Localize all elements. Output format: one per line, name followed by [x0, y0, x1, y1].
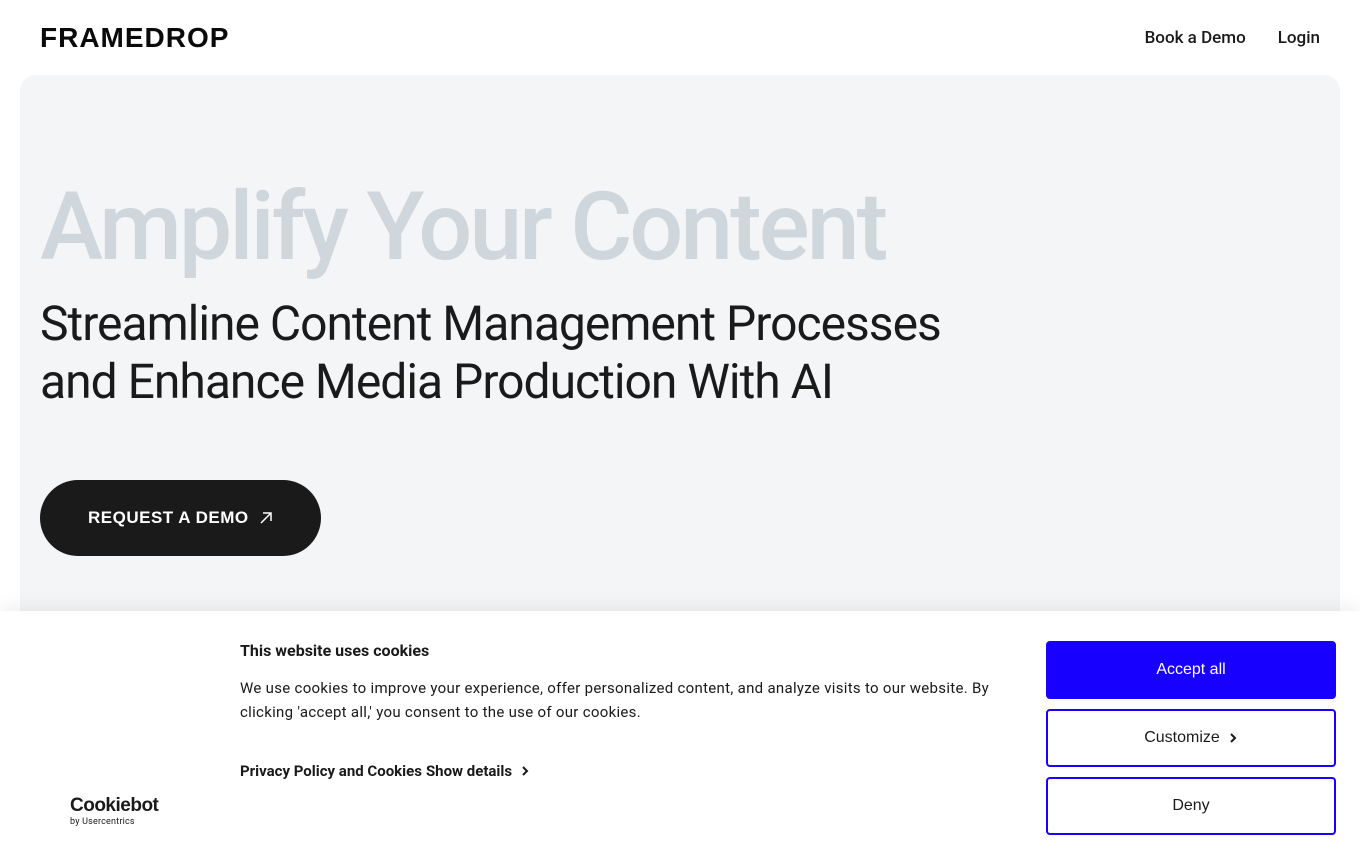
- cookie-description: We use cookies to improve your experienc…: [240, 676, 1006, 724]
- chevron-right-icon: [520, 766, 530, 776]
- request-demo-button[interactable]: REQUEST A DEMO: [40, 480, 321, 556]
- cookie-content-area: Cookiebot by Usercentrics This website u…: [70, 641, 1006, 835]
- deny-label: Deny: [1172, 797, 1209, 815]
- customize-label: Customize: [1144, 729, 1220, 747]
- cookie-action-buttons: Accept all Customize Deny: [1046, 641, 1336, 835]
- cookiebot-branding: Cookiebot by Usercentrics: [70, 641, 190, 835]
- login-link[interactable]: Login: [1278, 28, 1320, 48]
- arrow-up-right-icon: [259, 511, 273, 525]
- hero-subtitle-line1: Streamline Content Management Processes: [40, 295, 941, 352]
- cookie-title: This website uses cookies: [240, 641, 1006, 660]
- cookiebot-logo: Cookiebot: [70, 795, 190, 817]
- show-details-button[interactable]: Show details: [426, 762, 530, 780]
- hero-subtitle-line2: and Enhance Media Production With AI: [40, 353, 833, 410]
- book-demo-link[interactable]: Book a Demo: [1145, 28, 1246, 48]
- customize-button[interactable]: Customize: [1046, 709, 1336, 767]
- cta-button-label: REQUEST A DEMO: [88, 508, 249, 528]
- privacy-policy-link[interactable]: Privacy Policy and Cookies: [240, 762, 422, 780]
- deny-button[interactable]: Deny: [1046, 777, 1336, 835]
- page-header: FRAMEDROP Book a Demo Login: [0, 0, 1360, 75]
- chevron-right-icon: [1228, 733, 1238, 743]
- show-details-label: Show details: [426, 762, 512, 780]
- hero-title: Amplify Your Content: [40, 180, 1320, 275]
- accept-all-label: Accept all: [1156, 661, 1225, 679]
- framedrop-logo[interactable]: FRAMEDROP: [40, 22, 229, 54]
- cookie-text-content: This website uses cookies We use cookies…: [240, 641, 1006, 835]
- accept-all-button[interactable]: Accept all: [1046, 641, 1336, 699]
- cookie-consent-banner: Cookiebot by Usercentrics This website u…: [0, 611, 1360, 859]
- hero-subtitle: Streamline Content Management Processes …: [40, 295, 1320, 410]
- top-nav: Book a Demo Login: [1145, 28, 1320, 48]
- cookiebot-byline: by Usercentrics: [70, 817, 190, 827]
